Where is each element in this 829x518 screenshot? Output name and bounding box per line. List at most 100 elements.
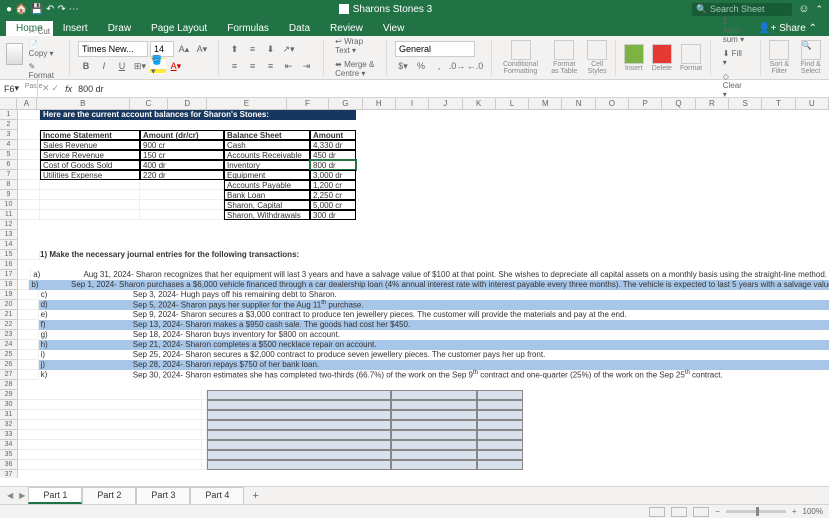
- col-header[interactable]: S: [729, 98, 762, 109]
- tab-view[interactable]: View: [373, 21, 415, 36]
- empty-cell[interactable]: [477, 440, 523, 450]
- table-cell[interactable]: 800 dr: [310, 160, 356, 170]
- cell[interactable]: [40, 200, 140, 210]
- indent-right-icon[interactable]: ⇥: [299, 58, 315, 74]
- row-header[interactable]: 21: [0, 310, 18, 320]
- copy-button[interactable]: 📄 Copy ▾: [25, 38, 62, 60]
- underline-button[interactable]: U: [114, 58, 130, 74]
- decrease-font-icon[interactable]: A▾: [194, 41, 210, 57]
- row-header[interactable]: 27: [0, 370, 18, 380]
- empty-cell[interactable]: [18, 420, 202, 430]
- row-header[interactable]: 16: [0, 260, 18, 270]
- col-header[interactable]: T: [762, 98, 795, 109]
- empty-cell[interactable]: [391, 450, 477, 460]
- bold-button[interactable]: B: [78, 58, 94, 74]
- table-cell[interactable]: Inventory: [224, 160, 310, 170]
- cell[interactable]: [18, 250, 40, 260]
- tab-formulas[interactable]: Formulas: [217, 21, 279, 36]
- txn-letter[interactable]: h): [39, 340, 131, 350]
- cell[interactable]: [18, 130, 40, 140]
- col-header[interactable]: F: [287, 98, 330, 109]
- currency-icon[interactable]: $▾: [395, 58, 411, 74]
- txn-text[interactable]: Sep 5, 2024- Sharon pays her supplier fo…: [131, 300, 829, 310]
- align-right-icon[interactable]: ≡: [263, 58, 279, 74]
- table-cell[interactable]: 3,000 dr: [310, 170, 356, 180]
- row-header[interactable]: 9: [0, 190, 18, 200]
- cell[interactable]: [18, 180, 40, 190]
- row-header[interactable]: 12: [0, 220, 18, 230]
- sort-filter-button[interactable]: [769, 40, 789, 60]
- col-header[interactable]: P: [629, 98, 662, 109]
- txn-letter[interactable]: b): [29, 280, 69, 290]
- cell[interactable]: [18, 310, 39, 320]
- formula-input[interactable]: 800 dr: [74, 84, 829, 94]
- zoom-in-button[interactable]: +: [792, 507, 797, 516]
- txn-letter[interactable]: a): [31, 270, 81, 280]
- zoom-level[interactable]: 100%: [803, 507, 823, 516]
- cell[interactable]: [18, 350, 39, 360]
- align-bottom-icon[interactable]: ⬇: [263, 41, 279, 57]
- col-header[interactable]: G: [329, 98, 362, 109]
- italic-button[interactable]: I: [96, 58, 112, 74]
- indent-left-icon[interactable]: ⇤: [281, 58, 297, 74]
- share-button[interactable]: 👤+ Share ⌃: [752, 21, 823, 36]
- col-header[interactable]: O: [596, 98, 629, 109]
- conditional-formatting-button[interactable]: [511, 40, 531, 60]
- wrap-text-button[interactable]: ↩ Wrap Text ▾: [331, 35, 378, 57]
- table-header[interactable]: Balance Sheet account: [224, 130, 310, 140]
- table-cell[interactable]: 450 dr: [310, 150, 356, 160]
- table-cell[interactable]: Cost of Goods Sold Expense: [40, 160, 140, 170]
- cell[interactable]: [18, 200, 40, 210]
- empty-cell[interactable]: [18, 430, 202, 440]
- table-cell[interactable]: Sharon, Capital: [224, 200, 310, 210]
- empty-cell[interactable]: [477, 400, 523, 410]
- col-header[interactable]: U: [796, 98, 829, 109]
- cell[interactable]: [18, 330, 39, 340]
- empty-cell[interactable]: [391, 410, 477, 420]
- page-layout-view-button[interactable]: [671, 507, 687, 517]
- row-header[interactable]: 34: [0, 440, 18, 450]
- row-header[interactable]: 22: [0, 320, 18, 330]
- increase-decimal-icon[interactable]: .0→: [449, 58, 465, 74]
- row-header[interactable]: 2: [0, 120, 18, 130]
- spreadsheet-grid[interactable]: ABCDEFGHIJKLMNOPQRSTU 1Here are the curr…: [0, 98, 829, 478]
- empty-cell[interactable]: [18, 440, 202, 450]
- empty-cell[interactable]: [207, 400, 391, 410]
- cell[interactable]: [40, 180, 140, 190]
- txn-letter[interactable]: g): [39, 330, 131, 340]
- col-header[interactable]: C: [130, 98, 169, 109]
- font-name-select[interactable]: [78, 41, 148, 57]
- txn-text[interactable]: Sep 21, 2024- Sharon completes a $500 ne…: [131, 340, 829, 350]
- font-color-button[interactable]: A▾: [168, 58, 184, 74]
- col-header[interactable]: J: [429, 98, 462, 109]
- redo-icon[interactable]: ↷: [57, 4, 65, 15]
- row-header[interactable]: 25: [0, 350, 18, 360]
- paste-button[interactable]: [6, 43, 23, 65]
- col-header[interactable]: E: [207, 98, 286, 109]
- cell[interactable]: [18, 110, 40, 120]
- format-painter-button[interactable]: ✎ Format: [25, 60, 62, 82]
- row-header[interactable]: 13: [0, 230, 18, 240]
- empty-cell[interactable]: [18, 460, 202, 470]
- feedback-icon[interactable]: ☺: [798, 3, 809, 15]
- decrease-decimal-icon[interactable]: ←.0: [467, 58, 483, 74]
- empty-cell[interactable]: [391, 460, 477, 470]
- txn-text[interactable]: Sep 25, 2024- Sharon secures a $2,000 co…: [131, 350, 829, 360]
- empty-cell[interactable]: [477, 450, 523, 460]
- col-header[interactable]: K: [463, 98, 496, 109]
- table-cell[interactable]: 4,330 dr: [310, 140, 356, 150]
- col-header[interactable]: H: [363, 98, 396, 109]
- row-header[interactable]: 26: [0, 360, 18, 370]
- increase-font-icon[interactable]: A▴: [176, 41, 192, 57]
- row-header[interactable]: 7: [0, 170, 18, 180]
- cut-button[interactable]: ✂ Cut: [25, 25, 62, 38]
- empty-cell[interactable]: [391, 390, 477, 400]
- empty-cell[interactable]: [391, 420, 477, 430]
- empty-cell[interactable]: [18, 400, 202, 410]
- txn-text[interactable]: Sep 28, 2024- Sharon repays $750 of her …: [131, 360, 829, 370]
- row-header[interactable]: 28: [0, 380, 18, 390]
- table-cell[interactable]: 2,250 cr: [310, 190, 356, 200]
- col-header[interactable]: I: [396, 98, 429, 109]
- select-all-corner[interactable]: [0, 98, 17, 109]
- table-header[interactable]: Amount (dr/cr): [310, 130, 356, 140]
